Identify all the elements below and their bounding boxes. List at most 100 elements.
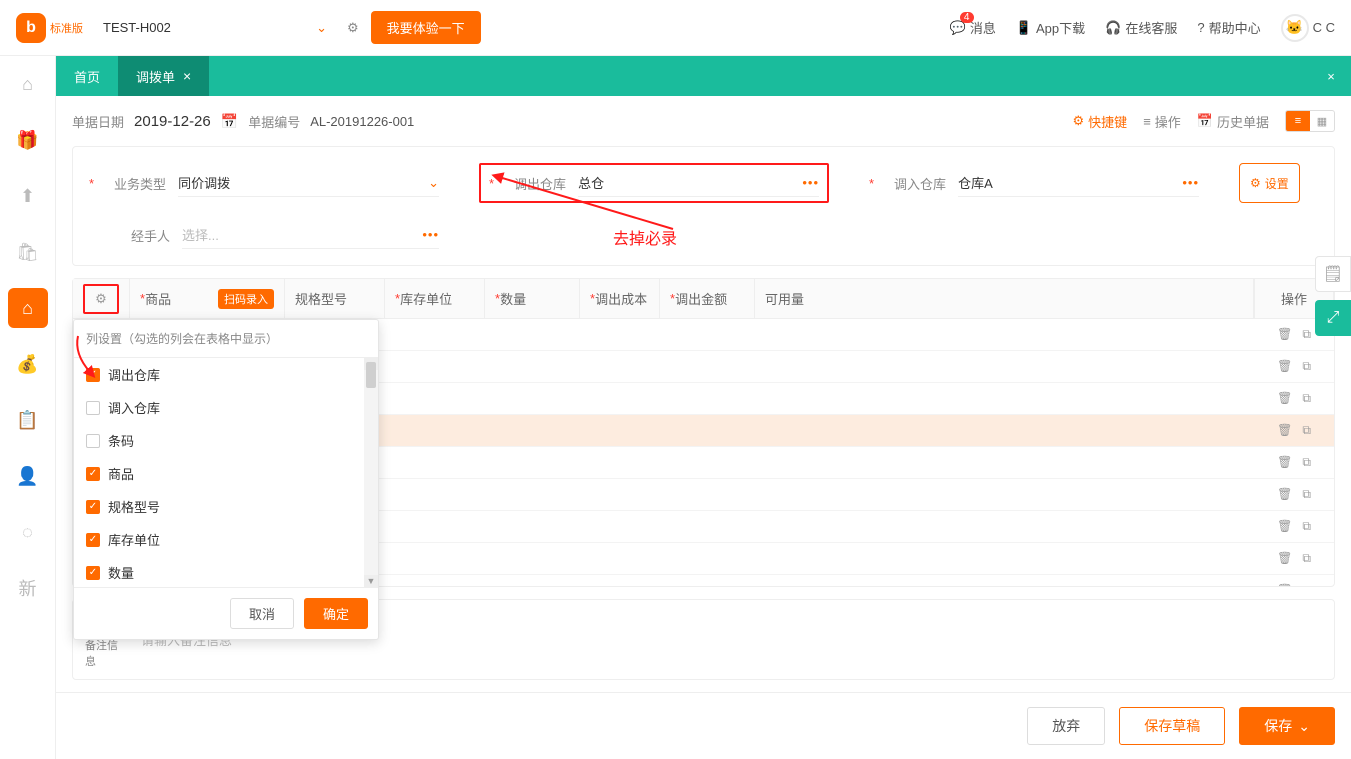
history-link[interactable]: 📅历史单据 [1197,112,1269,131]
sidebar-clipboard-icon[interactable]: 📋 [8,400,48,440]
calendar-icon: 📅 [1197,113,1213,129]
view-grid-icon[interactable]: ▦ [1310,111,1334,131]
copy-icon[interactable]: ⧉ [1302,391,1311,406]
in-warehouse-select[interactable]: 仓库A ••• [958,169,1199,197]
chevron-down-icon: ⌄ [428,175,439,191]
gear-icon[interactable]: ⚙ [347,20,359,36]
scrollbar-thumb[interactable] [366,362,376,388]
copy-icon[interactable]: ⧉ [1302,455,1311,470]
column-settings-item[interactable]: 调入仓库 [74,391,378,424]
out-warehouse-select[interactable]: 总仓 ••• [578,169,819,197]
gear-icon: ⚙ [1073,113,1085,129]
cta-button[interactable]: 我要体验一下 [371,11,481,44]
sidebar-money-icon[interactable]: 💰 [8,344,48,384]
sidebar-bag-icon[interactable]: 🛍 [8,232,48,272]
close-icon[interactable]: × [183,68,191,84]
messages-button[interactable]: 💬 消息 4 [950,18,996,37]
more-icon[interactable]: ••• [1182,175,1199,190]
copy-icon[interactable]: ⧉ [1302,487,1311,502]
delete-icon[interactable]: 🗑 [1277,423,1292,438]
handler-select[interactable]: 选择... ••• [182,221,439,249]
sidebar-import-icon[interactable]: ⬆ [8,176,48,216]
checkbox[interactable]: ✓ [86,500,100,514]
confirm-button[interactable]: 确定 [304,598,368,629]
tab-transfer-order[interactable]: 调拨单 × [118,56,209,96]
settings-button[interactable]: ⚙ 设置 [1239,163,1300,203]
column-settings-item[interactable]: ✓数量 [74,556,378,587]
table-header: ⚙ *商品扫码录入 规格型号 *库存单位 *数量 *调出成本 *调出金额 可用量… [73,279,1334,319]
save-button[interactable]: 保存 ⌄ [1239,707,1335,745]
sidebar-home-icon[interactable]: ⌂ [8,64,48,104]
avatar: 🐱 [1281,14,1309,42]
logo: b [16,13,46,43]
headset-icon: 🎧 [1105,20,1121,36]
sidebar-gift-icon[interactable]: 🎁 [8,120,48,160]
sidebar-warehouse-icon[interactable]: ⌂ [8,288,48,328]
column-settings-item[interactable]: ✓商品 [74,457,378,490]
copy-icon[interactable]: ⧉ [1302,551,1311,566]
delete-icon[interactable]: 🗑 [1277,327,1292,342]
topbar: b 标准版 TEST-H002 ⌄ ⚙ 我要体验一下 💬 消息 4 📱 App下… [0,0,1351,56]
sidebar: ⌂ 🎁 ⬆ 🛍 ⌂ 💰 📋 👤 ◌ 新 [0,56,56,759]
chevron-down-icon: ⌄ [1298,718,1310,735]
checkbox[interactable]: ✓ [86,533,100,547]
close-all-tabs[interactable]: × [1311,56,1351,96]
operate-link[interactable]: ≡操作 [1143,112,1181,131]
scrollbar-track[interactable]: ▲ ▼ [364,358,378,587]
cancel-button[interactable]: 取消 [230,598,294,629]
shortcut-link[interactable]: ⚙快捷键 [1073,112,1128,131]
calendar-icon[interactable]: 📅 [221,113,238,130]
checkbox[interactable]: ✓ [86,566,100,580]
document-date[interactable]: 2019-12-26 [134,113,211,130]
save-draft-button[interactable]: 保存草稿 [1119,707,1225,745]
required-marker: * [89,176,94,191]
more-icon[interactable]: ••• [802,175,819,190]
view-list-icon[interactable]: ≡ [1286,111,1310,131]
rail-note-icon[interactable]: 🗒 [1315,256,1351,292]
rail-expand-icon[interactable]: ⤢ [1315,300,1351,336]
column-settings-item[interactable]: 条码 [74,424,378,457]
delete-icon[interactable]: 🗑 [1277,487,1292,502]
online-service-button[interactable]: 🎧 在线客服 [1105,18,1177,37]
delete-icon[interactable]: 🗑 [1277,359,1292,374]
checkbox[interactable] [86,434,100,448]
popover-title: 列设置（勾选的列会在表格中显示） [74,320,378,357]
tab-home[interactable]: 首页 [56,56,118,96]
checkbox[interactable] [86,401,100,415]
org-selector[interactable]: TEST-H002 ⌄ [95,16,335,40]
bars-icon: ≡ [1143,114,1151,129]
document-header: 单据日期 2019-12-26 📅 单据编号 AL-20191226-001 ⚙… [56,96,1351,146]
required-marker: * [489,176,494,191]
scan-input-badge[interactable]: 扫码录入 [218,289,274,309]
sidebar-new-icon[interactable]: 新 [8,568,48,608]
app-download-button[interactable]: 📱 App下载 [1016,18,1085,37]
right-rail: 🗒 ⤢ [1315,256,1351,336]
user-menu[interactable]: 🐱 C C [1281,14,1335,42]
copy-icon[interactable]: ⧉ [1302,583,1311,586]
delete-icon[interactable]: 🗑 [1277,391,1292,406]
column-settings-item[interactable]: ✓调出仓库 [74,358,378,391]
copy-icon[interactable]: ⧉ [1302,519,1311,534]
help-center-button[interactable]: ? 帮助中心 [1197,18,1260,37]
delete-icon[interactable]: 🗑 [1277,455,1292,470]
sidebar-user-icon[interactable]: 👤 [8,456,48,496]
more-icon[interactable]: ••• [422,227,439,242]
copy-icon[interactable]: ⧉ [1302,423,1311,438]
column-settings-item[interactable]: ✓规格型号 [74,490,378,523]
delete-icon[interactable]: 🗑 [1277,551,1292,566]
column-settings-item[interactable]: ✓库存单位 [74,523,378,556]
column-settings-button[interactable]: ⚙ [83,284,119,314]
delete-icon[interactable]: 🗑 [1277,519,1292,534]
discard-button[interactable]: 放弃 [1027,707,1105,745]
sidebar-loading-icon[interactable]: ◌ [8,512,48,552]
out-warehouse-field-highlighted: * 调出仓库 总仓 ••• [479,163,829,203]
copy-icon[interactable]: ⧉ [1302,327,1311,342]
chevron-down-icon: ⌄ [316,20,327,36]
copy-icon[interactable]: ⧉ [1302,359,1311,374]
biz-type-select[interactable]: 同价调拨 ⌄ [178,169,439,197]
document-form-card: * 业务类型 同价调拨 ⌄ * 调出仓库 总仓 [72,146,1335,266]
checkbox[interactable]: ✓ [86,467,100,481]
delete-icon[interactable]: 🗑 [1277,583,1292,586]
checkbox[interactable]: ✓ [86,368,100,382]
scroll-down-icon[interactable]: ▼ [364,575,378,587]
